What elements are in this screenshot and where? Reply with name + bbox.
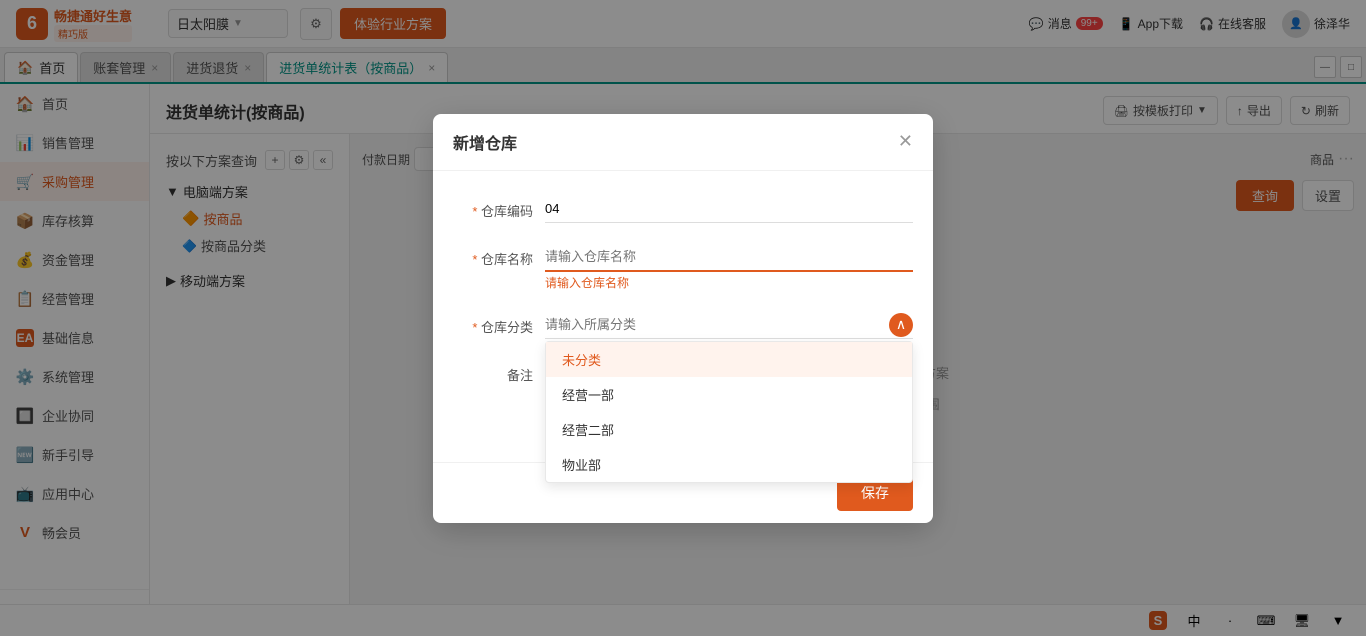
- warehouse-category-input[interactable]: [545, 311, 913, 339]
- modal-new-warehouse: 新增仓库 ✕ 仓库编码 仓库名称 请输入仓库名称 仓库分类: [433, 114, 933, 523]
- warehouse-code-input[interactable]: [545, 195, 913, 223]
- warehouse-category-label: 仓库分类: [453, 311, 533, 336]
- warehouse-name-input[interactable]: [545, 243, 913, 272]
- modal-close-button[interactable]: ✕: [898, 131, 913, 152]
- category-dropdown-toggle[interactable]: ∧: [889, 313, 913, 337]
- form-row-category: 仓库分类 ∧ 未分类 经营一部 经营二部 物业部: [453, 311, 913, 339]
- modal-title: 新增仓库: [453, 130, 517, 154]
- warehouse-name-control: 请输入仓库名称: [545, 243, 913, 291]
- modal-overlay[interactable]: 新增仓库 ✕ 仓库编码 仓库名称 请输入仓库名称 仓库分类: [0, 0, 1366, 636]
- warehouse-name-error: 请输入仓库名称: [545, 274, 913, 291]
- warehouse-name-label: 仓库名称: [453, 243, 533, 268]
- warehouse-code-control: [545, 195, 913, 223]
- category-dropdown: 未分类 经营一部 经营二部 物业部: [545, 341, 913, 483]
- warehouse-code-label: 仓库编码: [453, 195, 533, 220]
- warehouse-category-select-wrap: ∧: [545, 311, 913, 339]
- dropdown-item-dept2[interactable]: 经营二部: [546, 412, 912, 447]
- warehouse-category-control: ∧ 未分类 经营一部 经营二部 物业部: [545, 311, 913, 339]
- modal-header: 新增仓库 ✕: [433, 114, 933, 171]
- modal-body: 仓库编码 仓库名称 请输入仓库名称 仓库分类 ∧: [433, 171, 933, 462]
- dropdown-item-unclassified[interactable]: 未分类: [546, 342, 912, 377]
- dropdown-item-dept3[interactable]: 物业部: [546, 447, 912, 482]
- notes-label: 备注: [453, 359, 533, 384]
- dropdown-item-dept1[interactable]: 经营一部: [546, 377, 912, 412]
- form-row-name: 仓库名称 请输入仓库名称: [453, 243, 913, 291]
- form-row-code: 仓库编码: [453, 195, 913, 223]
